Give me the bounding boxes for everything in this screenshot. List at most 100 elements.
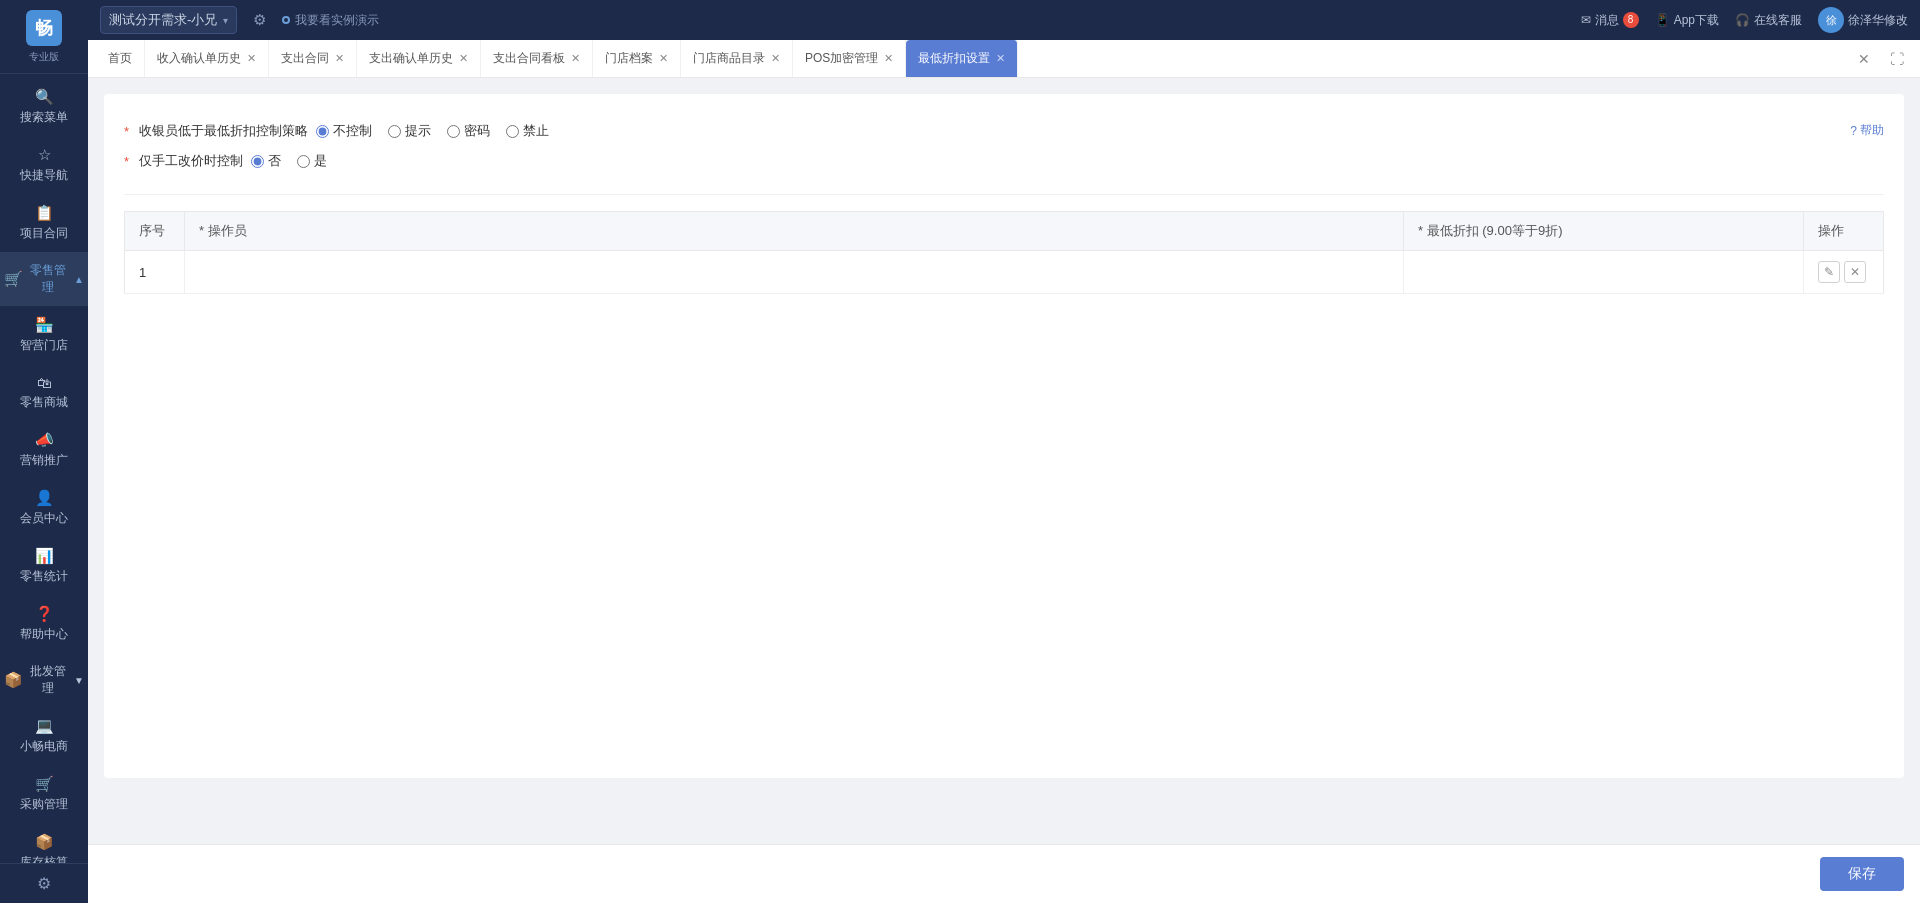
retail-mgmt-arrow: ▲ — [74, 274, 84, 285]
sidebar-item-ecommerce[interactable]: 💻 小畅电商 — [0, 707, 88, 765]
tab-store-products-label: 门店商品目录 — [693, 50, 765, 67]
sidebar-item-search-menu[interactable]: 🔍 搜索菜单 — [0, 78, 88, 136]
policy-forbid-label: 禁止 — [523, 122, 549, 140]
content-wrapper: * 收银员低于最低折扣控制策略 不控制 提示 — [88, 78, 1920, 903]
tab-close-all-button[interactable]: ✕ — [1850, 47, 1878, 71]
delete-row-button[interactable]: ✕ — [1844, 261, 1866, 283]
tab-store-file-close[interactable]: ✕ — [659, 52, 668, 65]
policy-forbid-option[interactable]: 禁止 — [506, 122, 549, 140]
tab-pos-password[interactable]: POS加密管理 ✕ — [793, 40, 906, 78]
sidebar-item-label-help-center: 帮助中心 — [20, 626, 68, 643]
manual-price-no-radio[interactable] — [251, 155, 264, 168]
help-link-label: 帮助 — [1860, 122, 1884, 139]
tab-contract[interactable]: 支出合同 ✕ — [269, 40, 357, 78]
manual-price-yes-radio[interactable] — [297, 155, 310, 168]
sidebar-item-batch-mgmt[interactable]: 📦 批发管理 ▼ — [0, 653, 88, 707]
tab-store-file[interactable]: 门店档案 ✕ — [593, 40, 681, 78]
tab-contract-label: 支出合同 — [281, 50, 329, 67]
header-settings-button[interactable]: ⚙ — [249, 7, 270, 33]
tab-payment-board-close[interactable]: ✕ — [571, 52, 580, 65]
save-button[interactable]: 保存 — [1820, 857, 1904, 891]
sidebar-item-label-smart-store: 智营门店 — [20, 337, 68, 354]
tab-payment-history-close[interactable]: ✕ — [459, 52, 468, 65]
project-dropdown-arrow: ▾ — [223, 15, 228, 26]
form-fields: * 收银员低于最低折扣控制策略 不控制 提示 — [124, 122, 549, 182]
policy-remind-radio[interactable] — [388, 125, 401, 138]
manual-price-required-star: * — [124, 154, 129, 169]
retail-stats-icon: 📊 — [35, 547, 54, 565]
sidebar-item-retail-stats[interactable]: 📊 零售统计 — [0, 537, 88, 595]
sidebar-item-retail-mall[interactable]: 🛍 零售商城 — [0, 364, 88, 421]
sidebar-item-purchase-mgmt[interactable]: 🛒 采购管理 — [0, 765, 88, 823]
cell-operator — [185, 251, 1404, 294]
app-logo-icon: 畅 — [26, 10, 62, 46]
user-menu-button[interactable]: 徐 徐泽华修改 — [1818, 7, 1908, 33]
sidebar-item-help-center[interactable]: ❓ 帮助中心 — [0, 595, 88, 653]
policy-required-star: * — [124, 124, 129, 139]
app-edition-label: 专业版 — [29, 50, 59, 63]
app-download-label: App下载 — [1674, 12, 1719, 29]
tab-payment-history[interactable]: 支出确认单历史 ✕ — [357, 40, 481, 78]
tab-pos-password-label: POS加密管理 — [805, 50, 878, 67]
tab-store-products[interactable]: 门店商品目录 ✕ — [681, 40, 793, 78]
retail-mall-icon: 🛍 — [37, 374, 52, 391]
sidebar-gear-icon[interactable]: ⚙ — [37, 874, 51, 893]
policy-radio-group: 不控制 提示 密码 — [316, 122, 549, 140]
tab-pos-password-close[interactable]: ✕ — [884, 52, 893, 65]
policy-no-control-option[interactable]: 不控制 — [316, 122, 372, 140]
policy-remind-label: 提示 — [405, 122, 431, 140]
project-selector[interactable]: 测试分开需求-小兄 ▾ — [100, 6, 237, 34]
sidebar-item-member-center[interactable]: 👤 会员中心 — [0, 479, 88, 537]
header-right: ✉ 消息 8 📱 App下载 🎧 在线客服 徐 徐泽华修改 — [1581, 7, 1908, 33]
messages-button[interactable]: ✉ 消息 8 — [1581, 12, 1639, 29]
tab-maximize-button[interactable]: ⛶ — [1882, 47, 1912, 71]
tab-min-discount[interactable]: 最低折扣设置 ✕ — [906, 40, 1018, 78]
policy-password-radio[interactable] — [447, 125, 460, 138]
tab-store-file-label: 门店档案 — [605, 50, 653, 67]
demo-label: 我要看实例演示 — [295, 12, 379, 29]
help-link-button[interactable]: ? 帮助 — [1850, 122, 1884, 139]
inventory-icon: 📦 — [35, 833, 54, 851]
sidebar-item-inventory[interactable]: 📦 库存核算 — [0, 823, 88, 863]
purchase-mgmt-icon: 🛒 — [35, 775, 54, 793]
table-section: 序号 * 操作员 * 最低折扣 (9.00等于9折) 操作 — [124, 211, 1884, 294]
tab-payment-board[interactable]: 支出合同看板 ✕ — [481, 40, 593, 78]
manual-price-radio-group: 否 是 — [251, 152, 327, 170]
tab-store-products-close[interactable]: ✕ — [771, 52, 780, 65]
table-row: 1 ✎ — [125, 251, 1884, 294]
sidebar-item-retail-mgmt[interactable]: 🛒 零售管理 ▲ — [0, 252, 88, 306]
sidebar-item-smart-store[interactable]: 🏪 智营门店 — [0, 306, 88, 364]
online-service-button[interactable]: 🎧 在线客服 — [1735, 12, 1802, 29]
project-name: 测试分开需求-小兄 — [109, 11, 217, 29]
tab-controls: ✕ ⛶ — [1850, 47, 1912, 71]
policy-remind-option[interactable]: 提示 — [388, 122, 431, 140]
tab-income-history[interactable]: 收入确认单历史 ✕ — [145, 40, 269, 78]
sidebar-item-project-contract[interactable]: 📋 项目合同 — [0, 194, 88, 252]
marketing-icon: 📣 — [35, 431, 54, 449]
tab-income-history-close[interactable]: ✕ — [247, 52, 256, 65]
policy-forbid-radio[interactable] — [506, 125, 519, 138]
batch-mgmt-icon: 📦 — [4, 671, 23, 689]
online-service-icon: 🎧 — [1735, 13, 1750, 27]
top-header: 测试分开需求-小兄 ▾ ⚙ 我要看实例演示 ✉ 消息 8 📱 App下载 🎧 在… — [88, 0, 1920, 40]
manual-price-yes-option[interactable]: 是 — [297, 152, 327, 170]
manual-price-no-option[interactable]: 否 — [251, 152, 281, 170]
quick-nav-icon: ☆ — [38, 146, 51, 164]
manual-price-no-label: 否 — [268, 152, 281, 170]
tab-home[interactable]: 首页 — [96, 40, 145, 78]
smart-store-icon: 🏪 — [35, 316, 54, 334]
sidebar-item-marketing[interactable]: 📣 营销推广 — [0, 421, 88, 479]
tab-min-discount-close[interactable]: ✕ — [996, 52, 1005, 65]
sidebar-item-label-retail-stats: 零售统计 — [20, 568, 68, 585]
edit-row-button[interactable]: ✎ — [1818, 261, 1840, 283]
messages-label: 消息 — [1595, 12, 1619, 29]
sidebar-item-quick-nav[interactable]: ☆ 快捷导航 — [0, 136, 88, 194]
policy-password-option[interactable]: 密码 — [447, 122, 490, 140]
main-area: 测试分开需求-小兄 ▾ ⚙ 我要看实例演示 ✉ 消息 8 📱 App下载 🎧 在… — [88, 0, 1920, 903]
tab-contract-close[interactable]: ✕ — [335, 52, 344, 65]
app-download-button[interactable]: 📱 App下载 — [1655, 12, 1719, 29]
retail-mgmt-icon: 🛒 — [4, 270, 23, 288]
retail-mgmt-content: 🛒 零售管理 ▲ — [4, 262, 84, 296]
demo-button[interactable]: 我要看实例演示 — [282, 12, 379, 29]
policy-no-control-radio[interactable] — [316, 125, 329, 138]
